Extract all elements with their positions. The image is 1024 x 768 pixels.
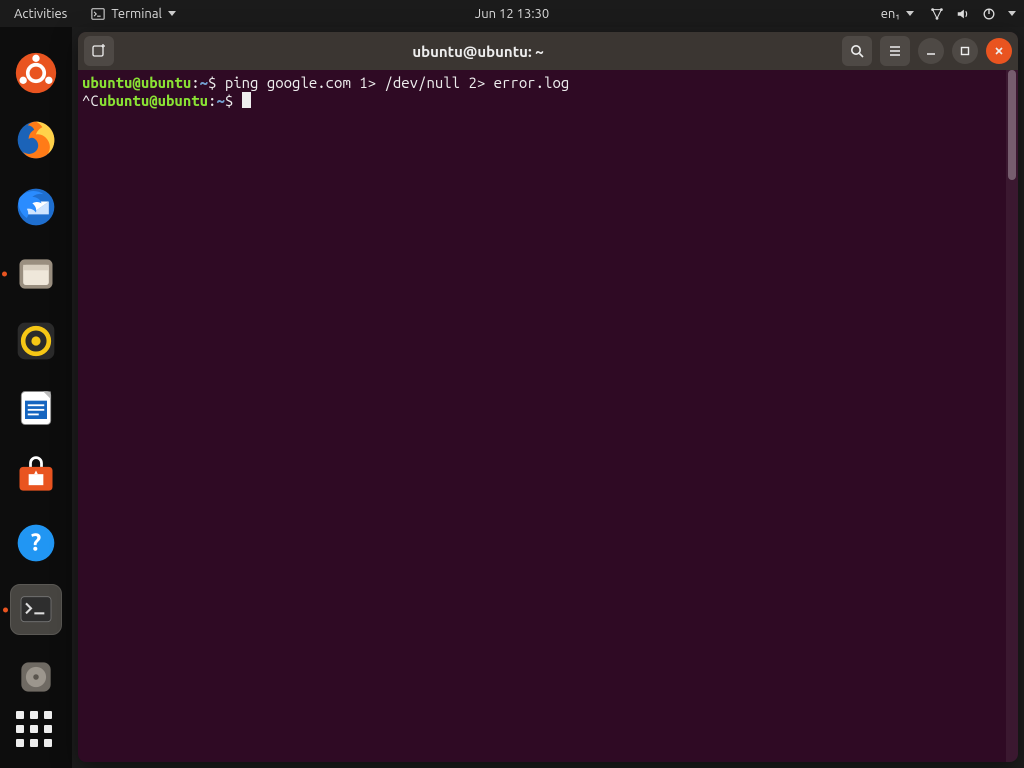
volume-icon[interactable] (956, 7, 970, 21)
network-icon[interactable] (930, 7, 944, 21)
svg-text:?: ? (31, 528, 41, 555)
files-icon (14, 252, 58, 296)
help-icon: ? (14, 521, 58, 565)
ubuntu-logo-icon (14, 51, 58, 95)
dock-item-disks[interactable] (10, 651, 62, 702)
firefox-icon (14, 118, 58, 162)
prompt-path: ~ (216, 92, 224, 109)
system-menu-chevron-icon[interactable] (1008, 11, 1016, 16)
new-tab-button[interactable] (84, 36, 114, 66)
scrollbar-thumb[interactable] (1008, 70, 1016, 180)
dock-item-writer[interactable] (10, 383, 62, 434)
top-panel-right: en₁ (877, 0, 1016, 27)
app-menu-label: Terminal (111, 7, 162, 21)
input-source-indicator[interactable]: en₁ (877, 0, 918, 27)
scrollbar[interactable] (1006, 70, 1018, 762)
minimize-icon (925, 45, 937, 57)
cursor-icon (242, 92, 251, 108)
window-title: ubuntu@ubuntu: ~ (122, 43, 834, 60)
close-button[interactable] (986, 38, 1012, 64)
command-text: ping google.com 1> /dev/null 2> error.lo… (225, 74, 569, 91)
thunderbird-icon (14, 185, 58, 229)
prompt-sym: $ (225, 92, 242, 109)
maximize-icon (959, 45, 971, 57)
rhythmbox-icon (14, 319, 58, 363)
prompt-path: ~ (200, 74, 208, 91)
terminal-line: ubuntu@ubuntu:~$ ping google.com 1> /dev… (82, 74, 569, 91)
dock-item-software[interactable] (10, 450, 62, 501)
terminal-icon (91, 7, 105, 21)
close-icon (993, 45, 1005, 57)
dock-item-firefox[interactable] (10, 114, 62, 165)
activities-label: Activities (14, 7, 67, 21)
interrupt-text: ^C (82, 92, 99, 109)
top-panel-left: Activities Terminal (0, 0, 180, 27)
terminal-app-icon (16, 590, 56, 630)
dock: ? (0, 27, 72, 768)
prompt-at: @ (149, 92, 157, 109)
clock-label: Jun 12 13:30 (475, 7, 549, 21)
prompt-host: ubuntu (158, 92, 208, 109)
dock-item-terminal[interactable] (10, 584, 62, 635)
prompt-at: @ (132, 74, 140, 91)
top-panel: Activities Terminal Jun 12 13:30 en₁ (0, 0, 1024, 27)
hamburger-menu-button[interactable] (880, 36, 910, 66)
chevron-down-icon (906, 11, 914, 16)
terminal-window: ubuntu@ubuntu: ~ ubuntu@ubuntu:~$ ping g… (78, 32, 1018, 762)
prompt-user: ubuntu (82, 74, 132, 91)
power-icon[interactable] (982, 7, 996, 21)
prompt-user: ubuntu (99, 92, 149, 109)
chevron-down-icon (168, 11, 176, 16)
titlebar[interactable]: ubuntu@ubuntu: ~ (78, 32, 1018, 70)
dock-item-files[interactable] (10, 248, 62, 299)
running-indicator-icon (2, 272, 7, 277)
prompt-host: ubuntu (141, 74, 191, 91)
input-source-label: en₁ (881, 7, 900, 21)
prompt-sym: $ (208, 74, 225, 91)
search-button[interactable] (842, 36, 872, 66)
activities-button[interactable]: Activities (10, 0, 71, 27)
dock-item-ubuntu[interactable] (10, 47, 62, 98)
window-controls (918, 38, 1012, 64)
disks-icon (14, 655, 58, 699)
dock-item-thunderbird[interactable] (10, 181, 62, 232)
libreoffice-writer-icon (14, 386, 58, 430)
hamburger-icon (887, 43, 903, 59)
new-tab-icon (91, 43, 107, 59)
terminal-viewport[interactable]: ubuntu@ubuntu:~$ ping google.com 1> /dev… (78, 70, 1018, 762)
search-icon (849, 43, 865, 59)
minimize-button[interactable] (918, 38, 944, 64)
ubuntu-software-icon (14, 454, 58, 498)
terminal-line: ^Cubuntu@ubuntu:~$ (82, 92, 251, 109)
app-menu[interactable]: Terminal (87, 0, 180, 27)
running-indicator-icon (3, 607, 8, 612)
dock-item-help[interactable]: ? (10, 517, 62, 568)
maximize-button[interactable] (952, 38, 978, 64)
prompt-sep: : (191, 74, 199, 91)
show-applications-button[interactable] (16, 711, 56, 750)
dock-item-rhythmbox[interactable] (10, 316, 62, 367)
